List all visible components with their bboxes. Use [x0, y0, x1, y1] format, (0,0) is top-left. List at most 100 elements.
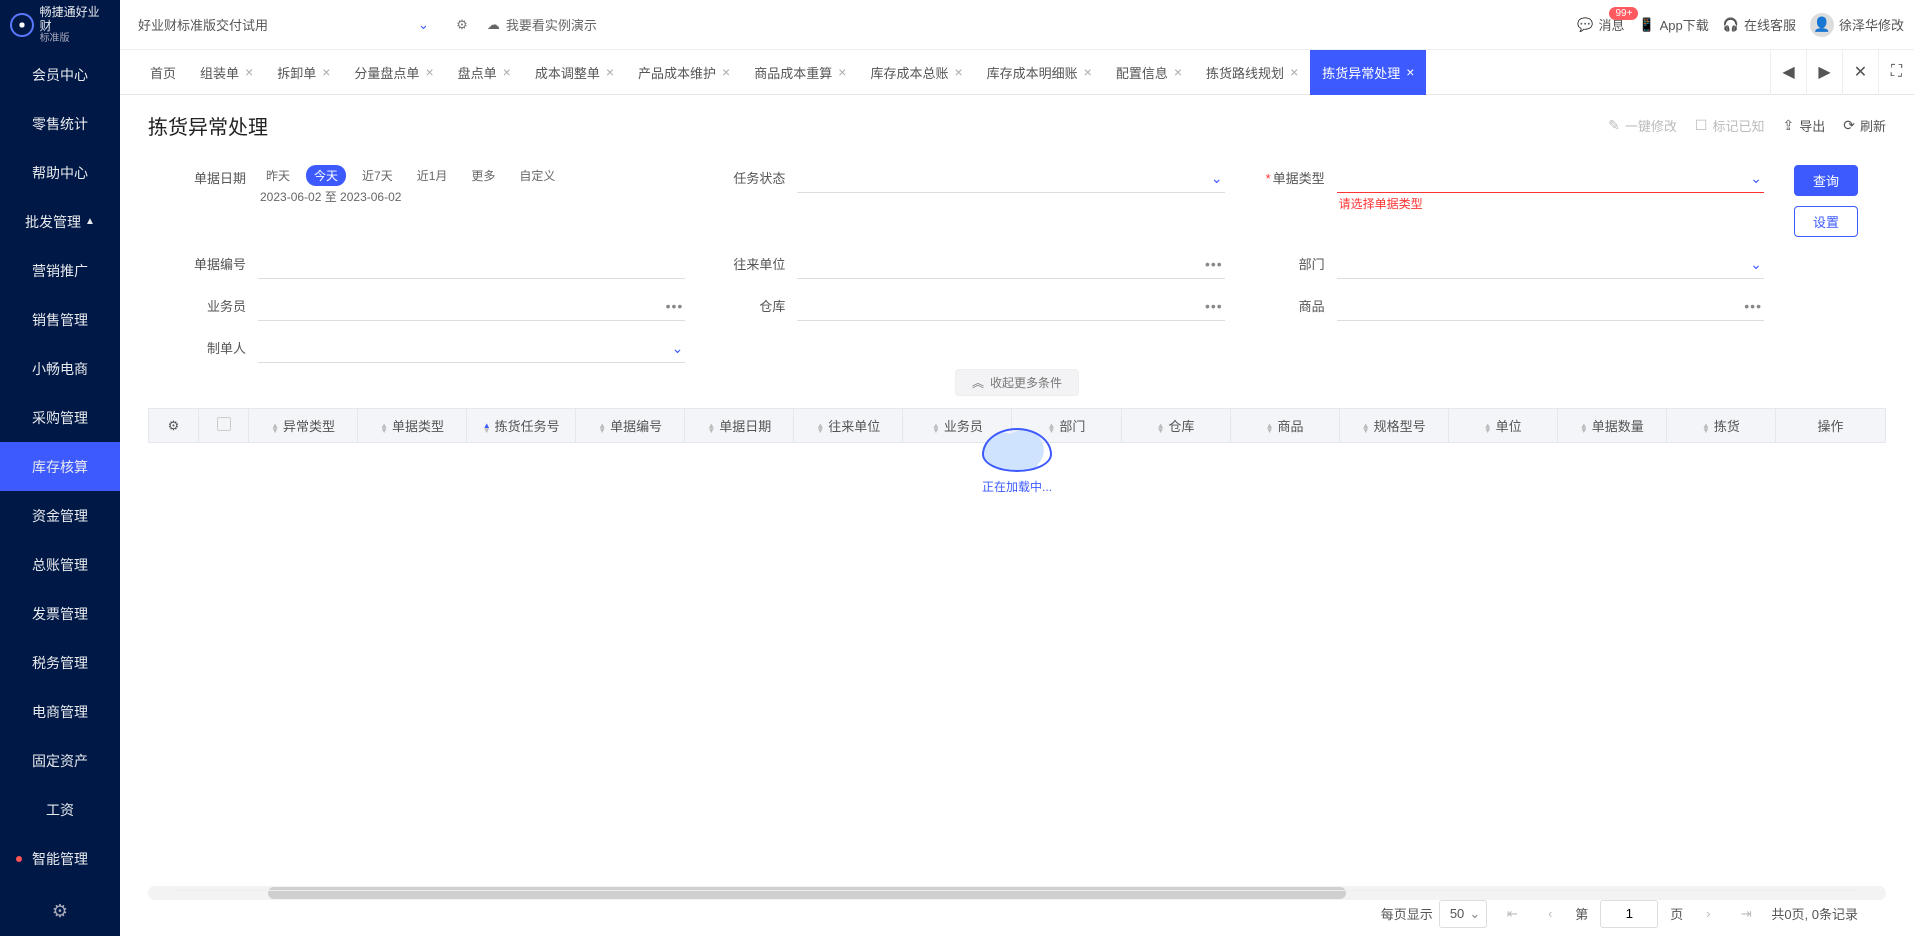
collapse-filters-button[interactable]: ︽ 收起更多条件 — [955, 369, 1079, 396]
col-1[interactable]: ▲▼单据类型 — [358, 409, 467, 443]
close-icon[interactable]: × — [722, 64, 730, 80]
tab-4[interactable]: 盘点单× — [446, 50, 523, 95]
page-size-select[interactable]: 50 — [1439, 900, 1487, 928]
close-icon[interactable]: × — [245, 64, 253, 80]
sidebar-item-1[interactable]: 零售统计 — [0, 99, 120, 148]
pager-last-icon[interactable]: ⇥ — [1733, 901, 1759, 927]
tabs-close-icon[interactable]: ✕ — [1842, 50, 1878, 95]
sidebar-item-2[interactable]: 帮助中心 — [0, 148, 120, 197]
sales-input[interactable] — [258, 293, 685, 321]
close-icon[interactable]: × — [503, 64, 511, 80]
product-input[interactable] — [1337, 293, 1764, 321]
column-settings[interactable]: ⚙ — [149, 409, 199, 443]
tab-1[interactable]: 组装单× — [188, 50, 265, 95]
col-5[interactable]: ▲▼往来单位 — [794, 409, 903, 443]
page-number-input[interactable] — [1600, 900, 1658, 928]
sidebar-item-13[interactable]: 电商管理 — [0, 687, 120, 736]
app-download-button[interactable]: 📱 App下载 — [1638, 15, 1708, 34]
tab-11[interactable]: 拣货路线规划× — [1194, 50, 1310, 95]
sidebar-item-17[interactable]: 经营管理 — [0, 883, 120, 886]
col-label: 部门 — [1059, 419, 1085, 434]
tab-8[interactable]: 库存成本总账× — [858, 50, 974, 95]
tabs-prev-icon[interactable]: ◀ — [1770, 50, 1806, 95]
messages-button[interactable]: 💬 消息 99+ — [1577, 15, 1624, 34]
warehouse-input[interactable] — [797, 293, 1224, 321]
close-icon[interactable]: × — [1290, 64, 1298, 80]
col-0[interactable]: ▲▼异常类型 — [249, 409, 358, 443]
partner-input[interactable] — [797, 251, 1224, 279]
date-opt-自定义[interactable]: 自定义 — [511, 165, 563, 186]
col-9[interactable]: ▲▼商品 — [1230, 409, 1339, 443]
select-all[interactable] — [199, 409, 249, 443]
tab-10[interactable]: 配置信息× — [1104, 50, 1194, 95]
close-icon[interactable]: × — [606, 64, 614, 80]
tabs-next-icon[interactable]: ▶ — [1806, 50, 1842, 95]
pager-prev-icon[interactable]: ‹ — [1537, 901, 1563, 927]
sidebar-item-6[interactable]: 小畅电商 — [0, 344, 120, 393]
tab-2[interactable]: 拆卸单× — [265, 50, 342, 95]
doc-no-input[interactable] — [258, 251, 685, 279]
close-icon[interactable]: × — [1174, 64, 1182, 80]
creator-input[interactable] — [258, 335, 685, 363]
sidebar-item-3[interactable]: 批发管理▲ — [0, 197, 120, 246]
sidebar-item-7[interactable]: 采购管理 — [0, 393, 120, 442]
gear-icon[interactable]: ⚙ — [451, 14, 473, 36]
doc-type-input[interactable] — [1337, 165, 1764, 193]
col-3[interactable]: ▲▼单据编号 — [576, 409, 685, 443]
date-opt-近1月[interactable]: 近1月 — [409, 165, 456, 186]
pager-next-icon[interactable]: › — [1695, 901, 1721, 927]
tabs-fullscreen-icon[interactable]: ⛶ — [1878, 50, 1914, 95]
sidebar-item-11[interactable]: 发票管理 — [0, 589, 120, 638]
col-label: 商品 — [1278, 419, 1304, 434]
close-icon[interactable]: × — [322, 64, 330, 80]
date-opt-昨天[interactable]: 昨天 — [258, 165, 298, 186]
task-status-input[interactable] — [797, 165, 1224, 193]
close-icon[interactable]: × — [425, 64, 433, 80]
col-12[interactable]: ▲▼单据数量 — [1557, 409, 1666, 443]
close-icon[interactable]: × — [1406, 64, 1414, 80]
dept-input[interactable] — [1337, 251, 1764, 279]
col-13[interactable]: ▲▼拣货 — [1666, 409, 1775, 443]
tab-12[interactable]: 拣货异常处理× — [1310, 50, 1426, 95]
sidebar-item-14[interactable]: 固定资产 — [0, 736, 120, 785]
col-10[interactable]: ▲▼规格型号 — [1339, 409, 1448, 443]
tab-3[interactable]: 分量盘点单× — [342, 50, 445, 95]
settings-button[interactable]: 设置 — [1794, 206, 1858, 237]
date-opt-更多[interactable]: 更多 — [463, 165, 503, 186]
close-icon[interactable]: × — [1084, 64, 1092, 80]
sidebar-item-10[interactable]: 总账管理 — [0, 540, 120, 589]
tab-5[interactable]: 成本调整单× — [523, 50, 626, 95]
product-selector[interactable]: 好业财标准版交付试用 ⌄ — [130, 11, 437, 38]
col-2[interactable]: ▲▼拣货任务号 — [467, 409, 576, 443]
close-icon[interactable]: × — [954, 64, 962, 80]
refresh-button[interactable]: ⟳刷新 — [1843, 116, 1886, 135]
sidebar-item-8[interactable]: 库存核算 — [0, 442, 120, 491]
sidebar-item-12[interactable]: 税务管理 — [0, 638, 120, 687]
sidebar-item-16[interactable]: 智能管理 — [0, 834, 120, 883]
sidebar-item-4[interactable]: 营销推广 — [0, 246, 120, 295]
sidebar-item-label: 销售管理 — [32, 310, 88, 330]
pager-first-icon[interactable]: ⇤ — [1499, 901, 1525, 927]
sidebar-item-5[interactable]: 销售管理 — [0, 295, 120, 344]
sidebar-settings-icon[interactable]: ⚙ — [0, 886, 120, 936]
export-button[interactable]: ⇪导出 — [1783, 116, 1826, 135]
sidebar-item-9[interactable]: 资金管理 — [0, 491, 120, 540]
close-icon[interactable]: × — [838, 64, 846, 80]
demo-link[interactable]: ☁ 我要看实例演示 — [487, 15, 597, 34]
tab-7[interactable]: 商品成本重算× — [742, 50, 858, 95]
col-4[interactable]: ▲▼单据日期 — [685, 409, 794, 443]
query-button[interactable]: 查询 — [1794, 165, 1858, 196]
sidebar-item-0[interactable]: 会员中心 — [0, 50, 120, 99]
user-menu[interactable]: 👤 徐泽华修改 — [1810, 13, 1904, 37]
tab-9[interactable]: 库存成本明细账× — [975, 50, 1104, 95]
date-opt-近7天[interactable]: 近7天 — [354, 165, 401, 186]
sidebar-item-15[interactable]: 工资 — [0, 785, 120, 834]
support-button[interactable]: 🎧 在线客服 — [1723, 15, 1796, 34]
product-name: 好业财标准版交付试用 — [138, 15, 268, 34]
col-8[interactable]: ▲▼仓库 — [1121, 409, 1230, 443]
col-label: 单据类型 — [392, 419, 444, 434]
tab-0[interactable]: 首页 — [138, 50, 188, 95]
col-11[interactable]: ▲▼单位 — [1448, 409, 1557, 443]
date-opt-今天[interactable]: 今天 — [306, 165, 346, 186]
tab-6[interactable]: 产品成本维护× — [626, 50, 742, 95]
